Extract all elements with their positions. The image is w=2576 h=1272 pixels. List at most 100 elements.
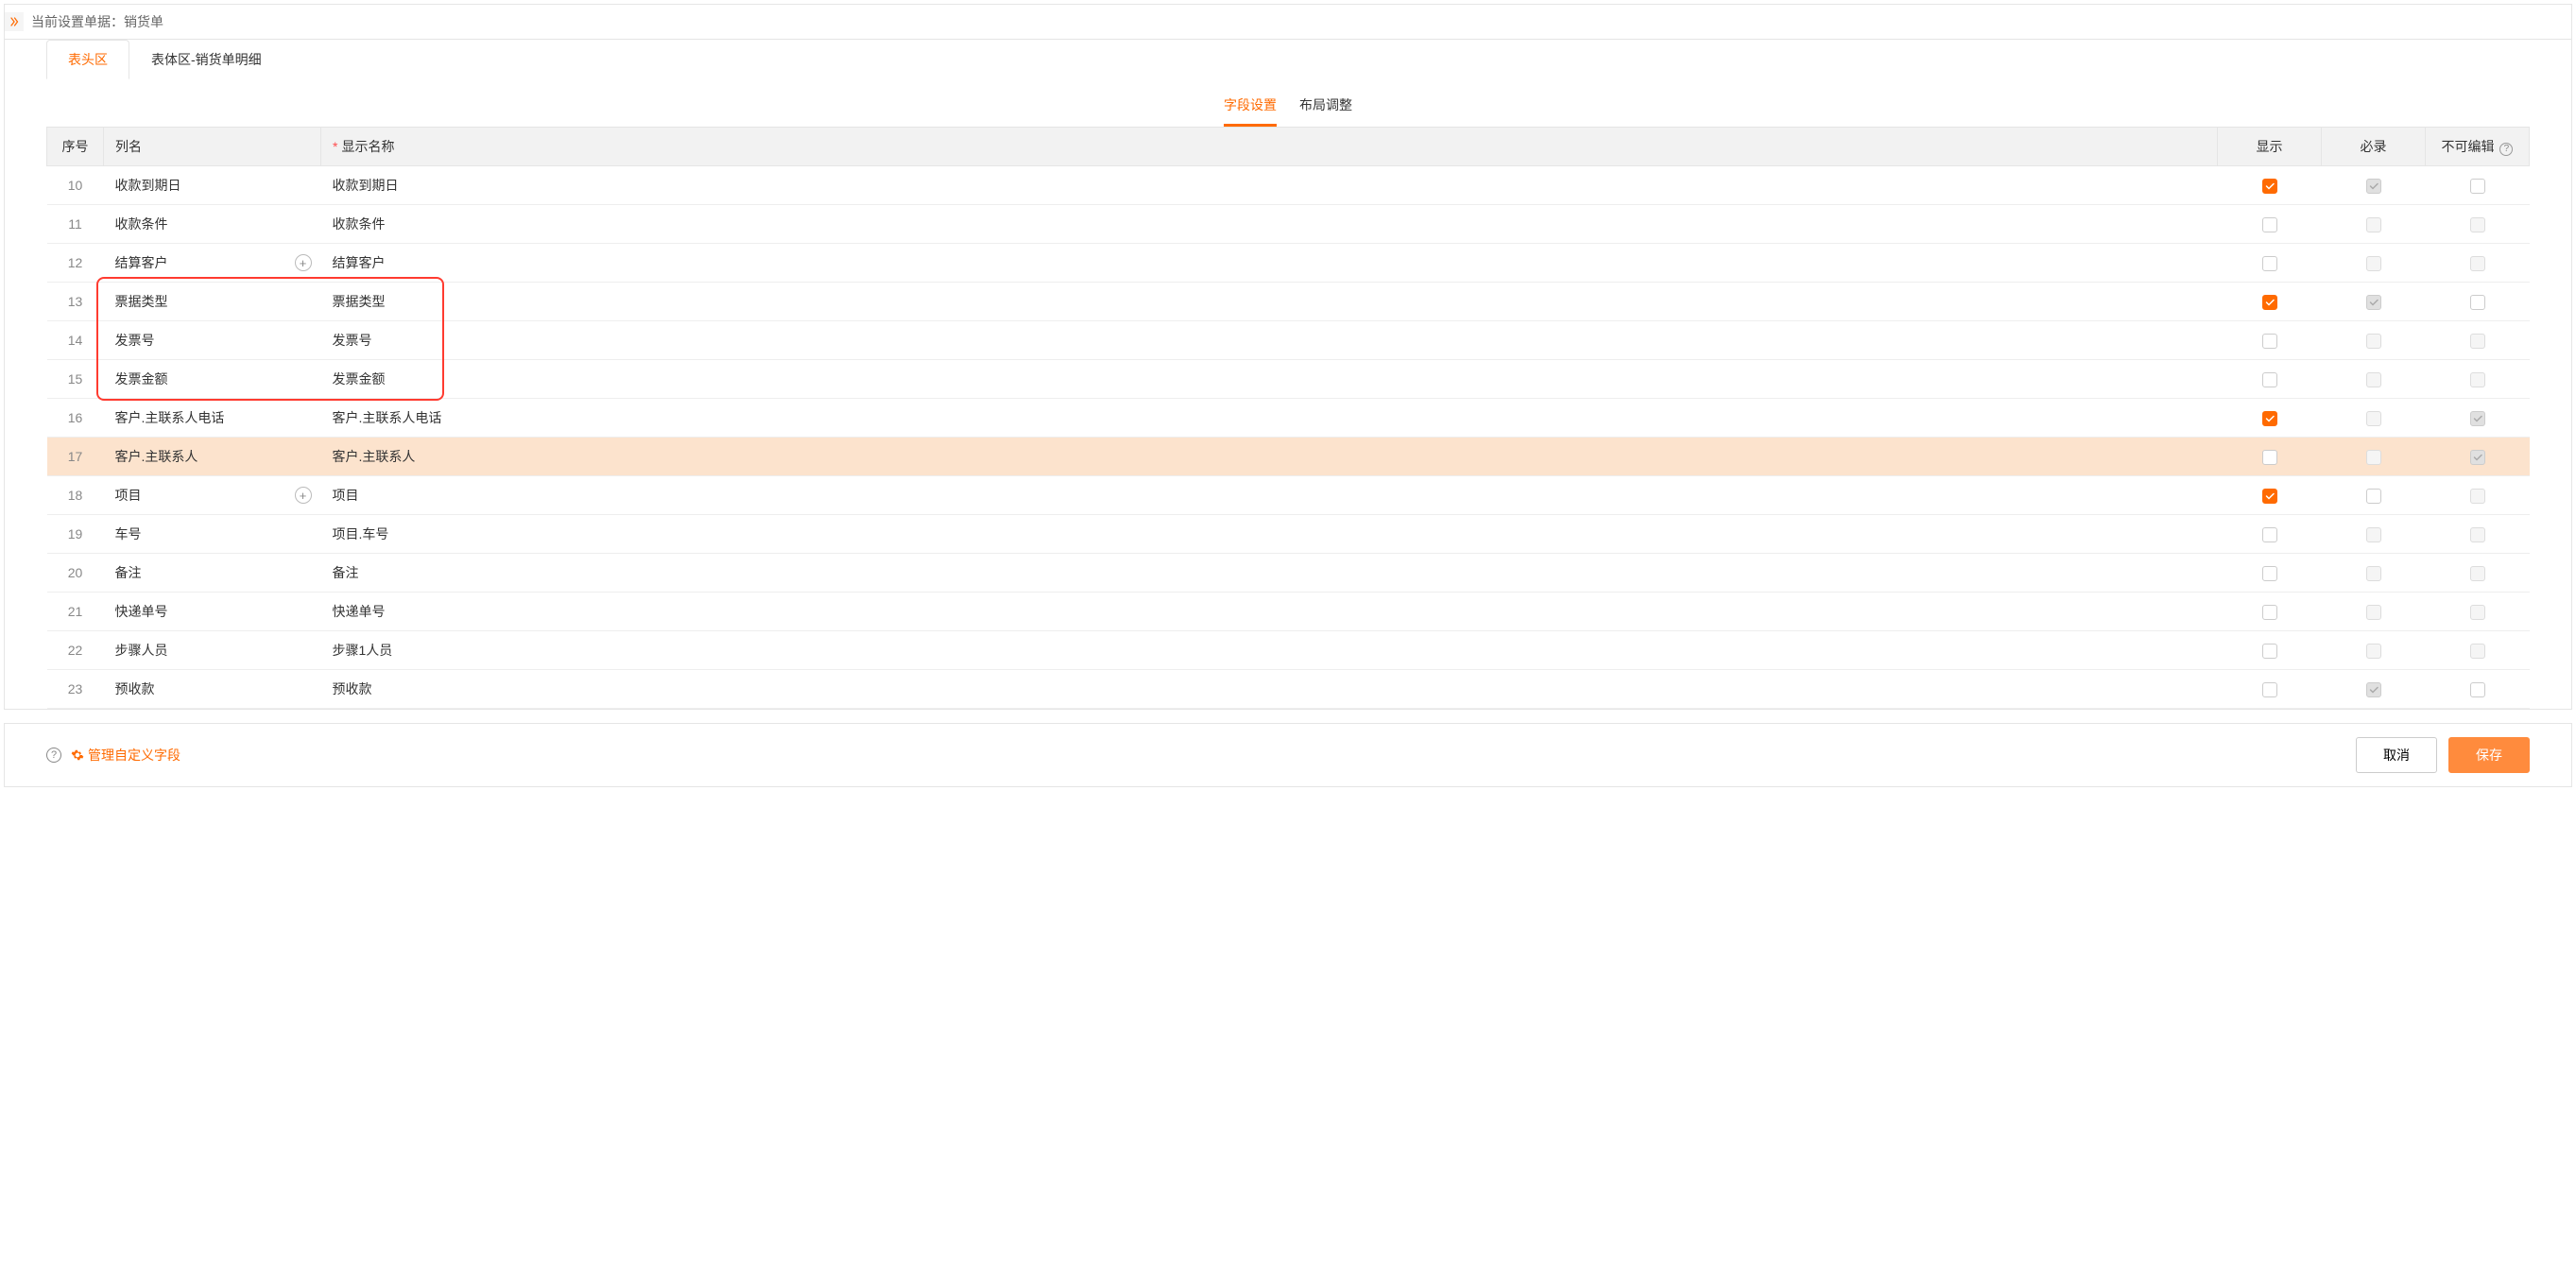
checkbox-required xyxy=(2366,179,2381,194)
cell-display[interactable]: 快递单号 xyxy=(321,593,2218,631)
cell-show xyxy=(2218,670,2322,709)
cell-display[interactable]: 项目.车号 xyxy=(321,515,2218,554)
cell-colname: 项目+ xyxy=(104,476,321,515)
tab-bar: 表头区表体区-销货单明细 xyxy=(5,39,2571,78)
checkbox-show[interactable] xyxy=(2262,489,2277,504)
checkbox-show[interactable] xyxy=(2262,527,2277,542)
table-row: 21快递单号快递单号 xyxy=(47,593,2530,631)
checkbox-show[interactable] xyxy=(2262,217,2277,232)
cell-show xyxy=(2218,244,2322,283)
cell-display[interactable]: 备注 xyxy=(321,554,2218,593)
cell-seq: 11 xyxy=(47,205,104,244)
table-row: 14发票号发票号 xyxy=(47,321,2530,360)
cell-req xyxy=(2322,670,2426,709)
tab-0[interactable]: 表头区 xyxy=(46,40,129,79)
checkbox-readonly xyxy=(2470,489,2485,504)
cell-seq: 23 xyxy=(47,670,104,709)
cell-display[interactable]: 结算客户 xyxy=(321,244,2218,283)
checkbox-show[interactable] xyxy=(2262,566,2277,581)
cell-show xyxy=(2218,360,2322,399)
cell-display[interactable]: 客户.主联系人电话 xyxy=(321,399,2218,438)
cell-display[interactable]: 客户.主联系人 xyxy=(321,438,2218,476)
checkbox-readonly[interactable] xyxy=(2470,295,2485,310)
plus-icon[interactable]: + xyxy=(295,487,312,504)
footer-left: ? 管理自定义字段 xyxy=(46,746,180,765)
col-show: 显示 xyxy=(2218,128,2322,166)
cell-ro xyxy=(2426,244,2530,283)
checkbox-required xyxy=(2366,566,2381,581)
checkbox-readonly[interactable] xyxy=(2470,682,2485,697)
cell-display[interactable]: 项目 xyxy=(321,476,2218,515)
cell-colname: 步骤人员 xyxy=(104,631,321,670)
cancel-button[interactable]: 取消 xyxy=(2356,737,2437,773)
cell-seq: 22 xyxy=(47,631,104,670)
checkbox-readonly xyxy=(2470,605,2485,620)
checkbox-show[interactable] xyxy=(2262,605,2277,620)
checkbox-required xyxy=(2366,682,2381,697)
checkbox-show[interactable] xyxy=(2262,179,2277,194)
checkbox-required xyxy=(2366,217,2381,232)
cell-ro xyxy=(2426,670,2530,709)
checkbox-show[interactable] xyxy=(2262,256,2277,271)
checkbox-show[interactable] xyxy=(2262,372,2277,387)
checkbox-readonly[interactable] xyxy=(2470,179,2485,194)
help-icon[interactable]: ? xyxy=(46,748,61,763)
save-button[interactable]: 保存 xyxy=(2448,737,2530,773)
cell-display[interactable]: 票据类型 xyxy=(321,283,2218,321)
cell-req xyxy=(2322,515,2426,554)
plus-icon[interactable]: + xyxy=(295,254,312,271)
cell-display[interactable]: 发票金额 xyxy=(321,360,2218,399)
cell-req xyxy=(2322,205,2426,244)
cell-colname: 收款到期日 xyxy=(104,166,321,205)
checkbox-show[interactable] xyxy=(2262,295,2277,310)
cell-colname: 快递单号 xyxy=(104,593,321,631)
table-body: 10收款到期日收款到期日11收款条件收款条件12结算客户+结算客户13票据类型票… xyxy=(47,166,2530,709)
cell-ro xyxy=(2426,283,2530,321)
cell-display[interactable]: 收款条件 xyxy=(321,205,2218,244)
cell-colname: 车号 xyxy=(104,515,321,554)
checkbox-required[interactable] xyxy=(2366,489,2381,504)
checkbox-show[interactable] xyxy=(2262,411,2277,426)
help-icon[interactable]: ? xyxy=(2499,143,2513,156)
cell-colname: 结算客户+ xyxy=(104,244,321,283)
col-display-name: *显示名称 xyxy=(321,128,2218,166)
cell-display[interactable]: 收款到期日 xyxy=(321,166,2218,205)
cell-seq: 18 xyxy=(47,476,104,515)
checkbox-show[interactable] xyxy=(2262,644,2277,659)
required-star-icon: * xyxy=(333,139,337,154)
expand-toggle[interactable] xyxy=(5,12,24,31)
checkbox-required xyxy=(2366,256,2381,271)
sub-tab-0[interactable]: 字段设置 xyxy=(1224,92,1277,127)
col-seq: 序号 xyxy=(47,128,104,166)
cell-show xyxy=(2218,554,2322,593)
checkbox-show[interactable] xyxy=(2262,450,2277,465)
checkbox-show[interactable] xyxy=(2262,334,2277,349)
checkbox-required xyxy=(2366,411,2381,426)
field-table: 序号 列名 *显示名称 显示 必录 不可编辑 ? 10收款到期日收款到期日11收… xyxy=(46,127,2530,709)
cell-seq: 14 xyxy=(47,321,104,360)
sub-tab-1[interactable]: 布局调整 xyxy=(1299,92,1352,127)
checkbox-readonly xyxy=(2470,411,2485,426)
table-row: 20备注备注 xyxy=(47,554,2530,593)
table-row: 15发票金额发票金额 xyxy=(47,360,2530,399)
checkbox-required xyxy=(2366,295,2381,310)
cell-display[interactable]: 预收款 xyxy=(321,670,2218,709)
cell-show xyxy=(2218,476,2322,515)
checkbox-readonly xyxy=(2470,372,2485,387)
col-required: 必录 xyxy=(2322,128,2426,166)
col-readonly: 不可编辑 ? xyxy=(2426,128,2530,166)
manage-custom-fields-link[interactable]: 管理自定义字段 xyxy=(71,746,180,765)
cell-show xyxy=(2218,631,2322,670)
tab-1[interactable]: 表体区-销货单明细 xyxy=(129,40,283,79)
cell-show xyxy=(2218,321,2322,360)
table-row: 13票据类型票据类型 xyxy=(47,283,2530,321)
chevron-right-double-icon xyxy=(9,16,20,27)
checkbox-readonly xyxy=(2470,334,2485,349)
checkbox-required xyxy=(2366,450,2381,465)
cell-display[interactable]: 发票号 xyxy=(321,321,2218,360)
cell-req xyxy=(2322,399,2426,438)
cell-display[interactable]: 步骤1人员 xyxy=(321,631,2218,670)
cell-ro xyxy=(2426,515,2530,554)
checkbox-show[interactable] xyxy=(2262,682,2277,697)
cell-colname: 客户.主联系人 xyxy=(104,438,321,476)
